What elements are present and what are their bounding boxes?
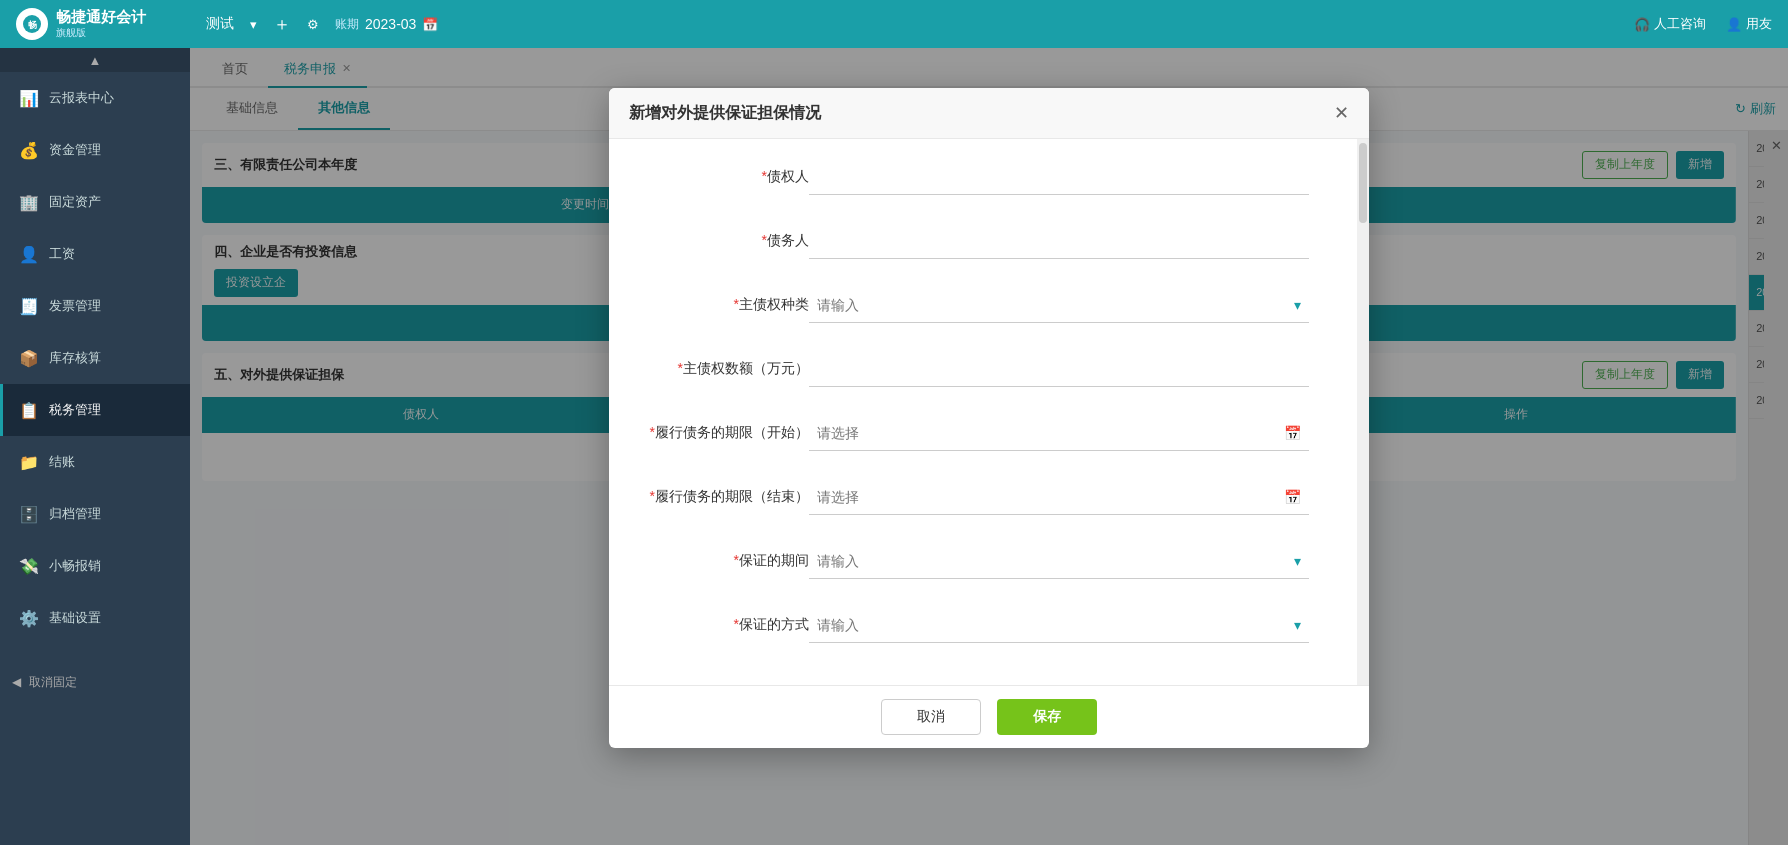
basic-settings-icon: ⚙️ bbox=[19, 609, 39, 628]
sidebar-item-invoice[interactable]: 🧾 发票管理 bbox=[0, 280, 190, 332]
top-header: 畅 畅捷通好会计 旗舰版 测试 ▾ ＋ ⚙ 账期 2023-03 📅 🎧 人工咨… bbox=[0, 0, 1788, 48]
expense-icon: 💸 bbox=[19, 557, 39, 576]
period-start-input[interactable] bbox=[809, 415, 1309, 451]
header-center: 测试 ▾ ＋ ⚙ 账期 2023-03 📅 bbox=[206, 12, 1634, 36]
tax-icon: 📋 bbox=[19, 401, 39, 420]
period-value: 2023-03 bbox=[365, 16, 416, 32]
headset-icon: 🎧 bbox=[1634, 17, 1650, 32]
header-right: 🎧 人工咨询 👤 用友 bbox=[1634, 15, 1772, 33]
form-row-period-start: *履行债务的期限（开始） 📅 bbox=[649, 415, 1329, 451]
company-dropdown-icon[interactable]: ▾ bbox=[250, 17, 257, 32]
fixed-assets-icon: 🏢 bbox=[19, 193, 39, 212]
sidebar-item-fixed-assets[interactable]: 🏢 固定资产 bbox=[0, 176, 190, 228]
cloud-report-icon: 📊 bbox=[19, 89, 39, 108]
form-row-guarantee-period: *保证的期间 ▾ bbox=[649, 543, 1329, 579]
cancel-button[interactable]: 取消 bbox=[881, 699, 981, 735]
form-row-debtor: *债务人 bbox=[649, 223, 1329, 259]
sidebar-item-fund[interactable]: 💰 资金管理 bbox=[0, 124, 190, 176]
dialog-scrollbar[interactable] bbox=[1357, 139, 1369, 684]
closing-icon: 📁 bbox=[19, 453, 39, 472]
fund-icon: 💰 bbox=[19, 141, 39, 160]
user-icon: 👤 bbox=[1726, 17, 1742, 32]
save-button[interactable]: 保存 bbox=[997, 699, 1097, 735]
form-row-claim-type: *主债权种类 ▾ bbox=[649, 287, 1329, 323]
settings-icon[interactable]: ⚙ bbox=[307, 17, 319, 32]
unpin-icon: ◀ bbox=[12, 675, 21, 689]
form-row-claim-amount: *主债权数额（万元） bbox=[649, 351, 1329, 387]
sidebar-item-settings[interactable]: ⚙️ 基础设置 bbox=[0, 592, 190, 644]
period-end-date-wrap: 📅 bbox=[809, 479, 1309, 515]
claim-amount-input[interactable] bbox=[809, 351, 1309, 387]
dialog-title: 新增对外提供保证担保情况 bbox=[629, 103, 821, 124]
period-display: 账期 2023-03 📅 bbox=[335, 16, 438, 33]
add-button[interactable]: ＋ bbox=[273, 12, 291, 36]
sidebar-item-expense[interactable]: 💸 小畅报销 bbox=[0, 540, 190, 592]
modal-overlay: 新增对外提供保证担保情况 ✕ *债权人 *债务人 bbox=[190, 48, 1788, 845]
dialog-footer: 取消 保存 bbox=[609, 685, 1369, 748]
period-end-input[interactable] bbox=[809, 479, 1309, 515]
form-row-guarantee-method: *保证的方式 ▾ bbox=[649, 607, 1329, 643]
logo-area: 畅 畅捷通好会计 旗舰版 bbox=[16, 8, 206, 40]
archive-icon: 🗄️ bbox=[19, 505, 39, 524]
customer-service-button[interactable]: 🎧 人工咨询 bbox=[1634, 15, 1706, 33]
claim-type-input[interactable] bbox=[809, 287, 1309, 323]
period-end-label: *履行债务的期限（结束） bbox=[649, 488, 809, 506]
sidebar: ▲ 📊 云报表中心 💰 资金管理 🏢 固定资产 👤 工资 🧾 发票管理 📦 库存… bbox=[0, 48, 190, 845]
sidebar-item-cloud-report[interactable]: 📊 云报表中心 bbox=[0, 72, 190, 124]
dialog-body: *债权人 *债务人 *主债权种类 bbox=[609, 139, 1369, 684]
dialog-scrollbar-thumb bbox=[1359, 143, 1367, 223]
claim-type-select-wrap: ▾ bbox=[809, 287, 1309, 323]
guarantee-period-label: *保证的期间 bbox=[649, 552, 809, 570]
form-row-creditor: *债权人 bbox=[649, 159, 1329, 195]
svg-text:畅: 畅 bbox=[28, 20, 37, 30]
sidebar-item-closing[interactable]: 📁 结账 bbox=[0, 436, 190, 488]
guarantee-method-dropdown-icon: ▾ bbox=[1294, 617, 1301, 633]
period-start-calendar-icon[interactable]: 📅 bbox=[1284, 425, 1301, 441]
guarantee-method-input[interactable] bbox=[809, 607, 1309, 643]
creditor-label: *债权人 bbox=[649, 168, 809, 186]
unpin-sidebar-button[interactable]: ◀ 取消固定 bbox=[0, 664, 190, 700]
main-content: 首页 税务申报 ✕ 基础信息 其他信息 ↻ 刷新 bbox=[190, 48, 1788, 845]
sidebar-scroll-up[interactable]: ▲ bbox=[0, 48, 190, 72]
logo-icon: 畅 bbox=[16, 8, 48, 40]
debtor-label: *债务人 bbox=[649, 232, 809, 250]
period-start-label: *履行债务的期限（开始） bbox=[649, 424, 809, 442]
period-calendar-icon[interactable]: 📅 bbox=[422, 17, 438, 32]
sidebar-item-payroll[interactable]: 👤 工资 bbox=[0, 228, 190, 280]
guarantee-method-select-wrap: ▾ bbox=[809, 607, 1309, 643]
guarantee-period-input[interactable] bbox=[809, 543, 1309, 579]
form-row-period-end: *履行债务的期限（结束） 📅 bbox=[649, 479, 1329, 515]
period-label: 账期 bbox=[335, 16, 359, 33]
period-start-date-wrap: 📅 bbox=[809, 415, 1309, 451]
period-end-calendar-icon[interactable]: 📅 bbox=[1284, 489, 1301, 505]
sidebar-item-archive[interactable]: 🗄️ 归档管理 bbox=[0, 488, 190, 540]
sidebar-item-inventory[interactable]: 📦 库存核算 bbox=[0, 332, 190, 384]
creditor-input[interactable] bbox=[809, 159, 1309, 195]
dialog-header: 新增对外提供保证担保情况 ✕ bbox=[609, 88, 1369, 139]
claim-type-dropdown-icon: ▾ bbox=[1294, 297, 1301, 313]
company-name: 测试 bbox=[206, 15, 234, 33]
dialog-add-guarantee: 新增对外提供保证担保情况 ✕ *债权人 *债务人 bbox=[609, 88, 1369, 748]
app-edition: 旗舰版 bbox=[56, 26, 146, 40]
user-menu[interactable]: 👤 用友 bbox=[1726, 15, 1772, 33]
guarantee-period-select-wrap: ▾ bbox=[809, 543, 1309, 579]
guarantee-period-dropdown-icon: ▾ bbox=[1294, 553, 1301, 569]
invoice-icon: 🧾 bbox=[19, 297, 39, 316]
payroll-icon: 👤 bbox=[19, 245, 39, 264]
inventory-icon: 📦 bbox=[19, 349, 39, 368]
guarantee-method-label: *保证的方式 bbox=[649, 616, 809, 634]
app-name: 畅捷通好会计 bbox=[56, 8, 146, 26]
claim-amount-label: *主债权数额（万元） bbox=[649, 360, 809, 378]
debtor-input[interactable] bbox=[809, 223, 1309, 259]
claim-type-label: *主债权种类 bbox=[649, 296, 809, 314]
dialog-close-button[interactable]: ✕ bbox=[1334, 102, 1349, 124]
sidebar-item-tax[interactable]: 📋 税务管理 bbox=[0, 384, 190, 436]
